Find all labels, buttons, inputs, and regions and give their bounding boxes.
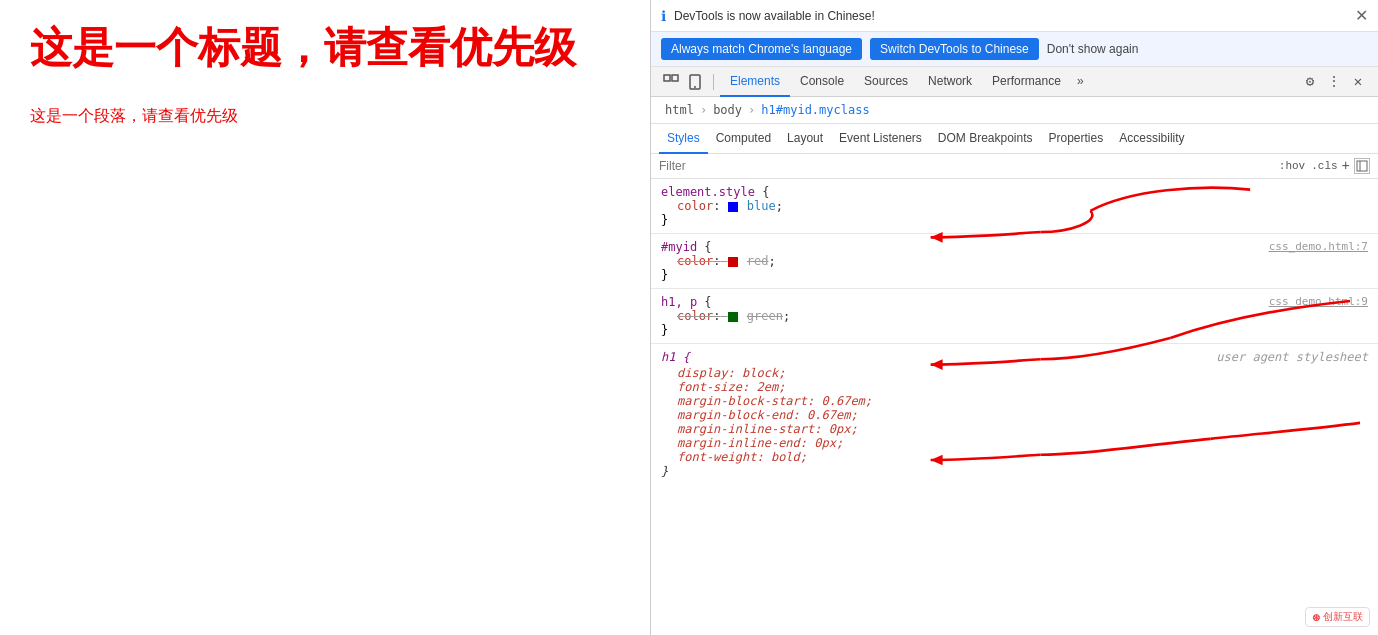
file-link-h1p[interactable]: css_demo.html:9 bbox=[1269, 295, 1368, 308]
toolbar-separator bbox=[713, 74, 714, 90]
element-style-block: element.style { color: blue; } bbox=[651, 179, 1378, 234]
tab-sources[interactable]: Sources bbox=[854, 67, 918, 97]
svg-rect-0 bbox=[664, 75, 670, 81]
page-paragraph: 这是一个段落，请查看优先级 bbox=[30, 106, 620, 127]
prop-color-red: color: red; bbox=[677, 254, 776, 268]
ua-margin-inline-start: margin-inline-start: 0px; bbox=[677, 422, 1368, 436]
tab-network[interactable]: Network bbox=[918, 67, 982, 97]
myid-style-block: css_demo.html:7 #myid { color: red; } bbox=[651, 234, 1378, 289]
devtools-info-bar: ℹ DevTools is now available in Chinese! … bbox=[651, 0, 1378, 32]
styles-panel-tabs: Styles Computed Layout Event Listeners D… bbox=[651, 124, 1378, 154]
ua-margin-start: margin-block-start: 0.67em; bbox=[677, 394, 1368, 408]
breadcrumb-html[interactable]: html bbox=[661, 101, 698, 119]
language-banner: Always match Chrome's language Switch De… bbox=[651, 32, 1378, 67]
file-link-myid[interactable]: css_demo.html:7 bbox=[1269, 240, 1368, 253]
tab-console[interactable]: Console bbox=[790, 67, 854, 97]
filter-input[interactable] bbox=[659, 159, 1279, 173]
watermark-text: 创新互联 bbox=[1323, 610, 1363, 624]
settings-icon[interactable]: ⚙ bbox=[1298, 70, 1322, 94]
more-options-icon[interactable]: ⋮ bbox=[1322, 70, 1346, 94]
breadcrumb-sep1: › bbox=[700, 103, 707, 117]
tab-performance[interactable]: Performance bbox=[982, 67, 1071, 97]
watermark: ⊛ 创新互联 bbox=[1305, 607, 1370, 627]
tab-event-listeners[interactable]: Event Listeners bbox=[831, 124, 930, 154]
ua-font-size: font-size: 2em; bbox=[677, 380, 1368, 394]
info-close-button[interactable]: ✕ bbox=[1355, 6, 1368, 25]
svg-rect-4 bbox=[1357, 161, 1367, 171]
tab-properties[interactable]: Properties bbox=[1041, 124, 1112, 154]
color-swatch-blue[interactable] bbox=[728, 202, 738, 212]
info-icon: ℹ bbox=[661, 8, 666, 24]
selector-h1p: h1, p { bbox=[661, 295, 712, 309]
svg-point-3 bbox=[694, 86, 696, 88]
close-devtools-icon[interactable]: ✕ bbox=[1346, 70, 1370, 94]
toggle-sidebar-icon[interactable] bbox=[1354, 158, 1370, 174]
breadcrumb-sep2: › bbox=[748, 103, 755, 117]
switch-chinese-button[interactable]: Switch DevTools to Chinese bbox=[870, 38, 1039, 60]
page-content: 这是一个标题，请查看优先级 这是一个段落，请查看优先级 bbox=[0, 0, 650, 635]
device-icon[interactable] bbox=[683, 70, 707, 94]
selector-myid: #myid { bbox=[661, 240, 712, 254]
dont-show-again-button[interactable]: Don't show again bbox=[1047, 42, 1139, 56]
ua-selector: h1 { bbox=[661, 350, 690, 364]
breadcrumb-body[interactable]: body bbox=[709, 101, 746, 119]
more-tabs-button[interactable]: » bbox=[1071, 75, 1090, 89]
filter-bar: :hov .cls + bbox=[651, 154, 1378, 179]
prop-color-green: color: green; bbox=[677, 309, 790, 323]
breadcrumb: html › body › h1#myid.myclass bbox=[651, 97, 1378, 124]
inspect-icon[interactable] bbox=[659, 70, 683, 94]
ua-source: user agent stylesheet bbox=[1216, 350, 1368, 364]
styles-content: element.style { color: blue; } css_demo.… bbox=[651, 179, 1378, 635]
user-agent-block: h1 { user agent stylesheet display: bloc… bbox=[651, 344, 1378, 484]
color-swatch-red[interactable] bbox=[728, 257, 738, 267]
tab-elements[interactable]: Elements bbox=[720, 67, 790, 97]
tab-dom-breakpoints[interactable]: DOM Breakpoints bbox=[930, 124, 1041, 154]
filter-hov-button[interactable]: :hov bbox=[1279, 160, 1305, 172]
tab-accessibility[interactable]: Accessibility bbox=[1111, 124, 1192, 154]
selector-element-style: element.style { bbox=[661, 185, 769, 199]
breadcrumb-element[interactable]: h1#myid.myclass bbox=[757, 101, 873, 119]
tab-styles[interactable]: Styles bbox=[659, 124, 708, 154]
devtools-panel: ℹ DevTools is now available in Chinese! … bbox=[650, 0, 1378, 635]
info-message: DevTools is now available in Chinese! bbox=[674, 9, 1347, 23]
ua-margin-inline-end: margin-inline-end: 0px; bbox=[677, 436, 1368, 450]
ua-margin-end: margin-block-end: 0.67em; bbox=[677, 408, 1368, 422]
ua-display: display: block; bbox=[677, 366, 1368, 380]
tab-layout[interactable]: Layout bbox=[779, 124, 831, 154]
add-style-rule-button[interactable]: + bbox=[1342, 158, 1350, 174]
devtools-toolbar: Elements Console Sources Network Perform… bbox=[651, 67, 1378, 97]
color-swatch-green[interactable] bbox=[728, 312, 738, 322]
svg-rect-1 bbox=[672, 75, 678, 81]
filter-cls-button[interactable]: .cls bbox=[1311, 160, 1337, 172]
ua-close-brace: } bbox=[661, 464, 668, 478]
prop-color-blue: color: blue; bbox=[677, 199, 783, 213]
ua-font-weight: font-weight: bold; bbox=[677, 450, 1368, 464]
match-language-button[interactable]: Always match Chrome's language bbox=[661, 38, 862, 60]
tab-computed[interactable]: Computed bbox=[708, 124, 779, 154]
h1p-style-block: css_demo.html:9 h1, p { color: green; } bbox=[651, 289, 1378, 344]
page-heading: 这是一个标题，请查看优先级 bbox=[30, 20, 620, 76]
